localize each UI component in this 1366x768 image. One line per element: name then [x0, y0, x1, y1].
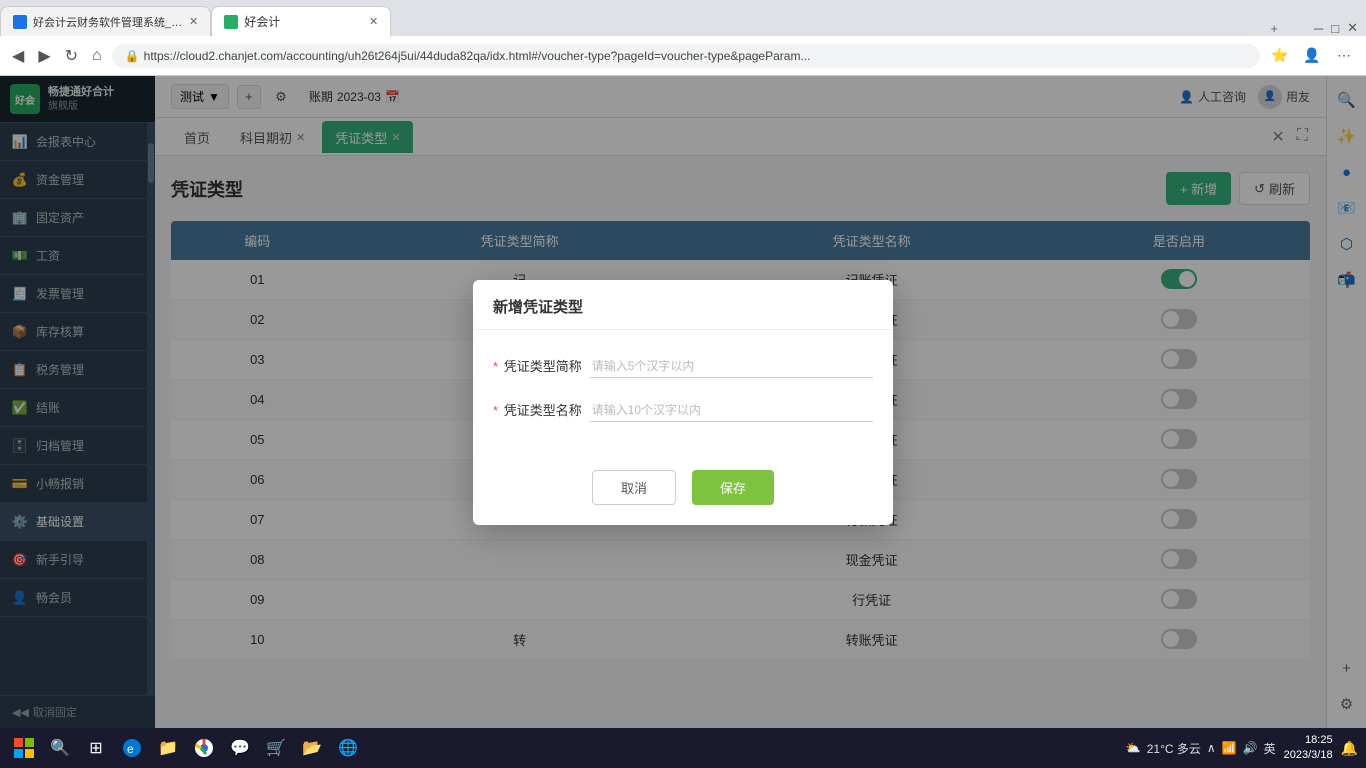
taskbar-store[interactable]: 🛒 [260, 732, 292, 764]
wifi-icon: 📶 [1222, 741, 1237, 755]
taskbar-edge[interactable]: e [116, 732, 148, 764]
profile-icon[interactable]: 👤 [1298, 42, 1326, 70]
menu-icon[interactable]: ⋯ [1330, 42, 1358, 70]
modal-body: * 凭证类型简称 * 凭证类型名称 [473, 330, 893, 462]
taskbar: 🔍 ⊞ e 📁 💬 🛒 📂 🌐 ⛅ 21°C 多云 ∧ 📶 🔊 英 18:25 … [0, 728, 1366, 768]
close-window-button[interactable]: ✕ [1347, 20, 1358, 36]
notification-icon[interactable]: 🔔 [1341, 740, 1358, 757]
close-tab-2[interactable]: ✕ [369, 15, 378, 28]
taskbar-explorer[interactable]: 📁 [152, 732, 184, 764]
browser-tab-2[interactable]: 好会计 ✕ [211, 6, 391, 36]
form-field-name: * 凭证类型名称 [493, 398, 873, 422]
taskbar-task-view[interactable]: ⊞ [80, 732, 112, 764]
reload-button[interactable]: ↻ [61, 44, 82, 68]
taskbar-clock: 18:25 2023/3/18 [1284, 733, 1333, 764]
tab-bar: 好会计云财务软件管理系统_会计 ✕ 好会计 ✕ + ─ □ ✕ [0, 0, 1366, 36]
favicon-2 [224, 15, 238, 29]
lang-text: 英 [1264, 740, 1276, 757]
weather-icon: ⛅ [1126, 741, 1141, 755]
address-bar-row: ◀ ▶ ↻ ⌂ 🔒 https://cloud2.chanjet.com/acc… [0, 36, 1366, 76]
clock-date: 2023/3/18 [1284, 748, 1333, 763]
form-field-abbr: * 凭证类型简称 [493, 354, 873, 378]
forward-button[interactable]: ▶ [34, 44, 54, 68]
extensions-icon[interactable]: ⭐ [1266, 42, 1294, 70]
home-button[interactable]: ⌂ [88, 45, 106, 67]
back-button[interactable]: ◀ [8, 44, 28, 68]
restore-button[interactable]: □ [1331, 21, 1339, 36]
name-label: * 凭证类型名称 [493, 400, 590, 419]
systray: ⛅ 21°C 多云 ∧ 📶 🔊 英 [1126, 740, 1276, 757]
taskbar-search[interactable]: 🔍 [44, 732, 76, 764]
favicon-1 [13, 15, 27, 29]
taskbar-chrome[interactable] [188, 732, 220, 764]
name-input[interactable] [590, 398, 873, 422]
taskbar-wechat[interactable]: 💬 [224, 732, 256, 764]
tab-title-1: 好会计云财务软件管理系统_会计 [33, 14, 183, 30]
volume-icon: 🔊 [1243, 741, 1258, 755]
address-box[interactable]: 🔒 https://cloud2.chanjet.com/accounting/… [112, 44, 1260, 68]
weather-text: 21°C 多云 [1147, 740, 1201, 757]
browser-chrome: 好会计云财务软件管理系统_会计 ✕ 好会计 ✕ + ─ □ ✕ ◀ ▶ ↻ ⌂ … [0, 0, 1366, 76]
required-star-abbr: * [493, 359, 498, 374]
required-star-name: * [493, 403, 498, 418]
tab-title-2: 好会计 [244, 13, 280, 30]
save-button[interactable]: 保存 [692, 470, 774, 505]
taskbar-edge2[interactable]: 🌐 [332, 732, 364, 764]
abbr-label: * 凭证类型简称 [493, 356, 590, 375]
modal-title: 新增凭证类型 [493, 299, 583, 316]
taskbar-right: ⛅ 21°C 多云 ∧ 📶 🔊 英 18:25 2023/3/18 🔔 [1126, 733, 1358, 764]
svg-text:e: e [127, 742, 134, 756]
minimize-button[interactable]: ─ [1314, 21, 1323, 36]
close-tab-1[interactable]: ✕ [189, 15, 198, 28]
up-arrow: ∧ [1207, 741, 1216, 755]
add-voucher-type-modal: 新增凭证类型 * 凭证类型简称 * 凭证类型名称 取消 保存 [473, 280, 893, 525]
address-text: https://cloud2.chanjet.com/accounting/uh… [144, 49, 1247, 63]
new-tab-button[interactable]: + [1262, 21, 1286, 36]
modal-header: 新增凭证类型 [473, 280, 893, 330]
modal-overlay: 新增凭证类型 * 凭证类型简称 * 凭证类型名称 取消 保存 [0, 76, 1366, 728]
abbr-input[interactable] [590, 354, 873, 378]
browser-tab-1[interactable]: 好会计云财务软件管理系统_会计 ✕ [0, 6, 211, 36]
cancel-button[interactable]: 取消 [592, 470, 676, 505]
taskbar-files[interactable]: 📂 [296, 732, 328, 764]
browser-toolbar: ⭐ 👤 ⋯ [1266, 42, 1358, 70]
start-button[interactable] [8, 732, 40, 764]
clock-time: 18:25 [1284, 733, 1333, 748]
modal-footer: 取消 保存 [473, 462, 893, 525]
